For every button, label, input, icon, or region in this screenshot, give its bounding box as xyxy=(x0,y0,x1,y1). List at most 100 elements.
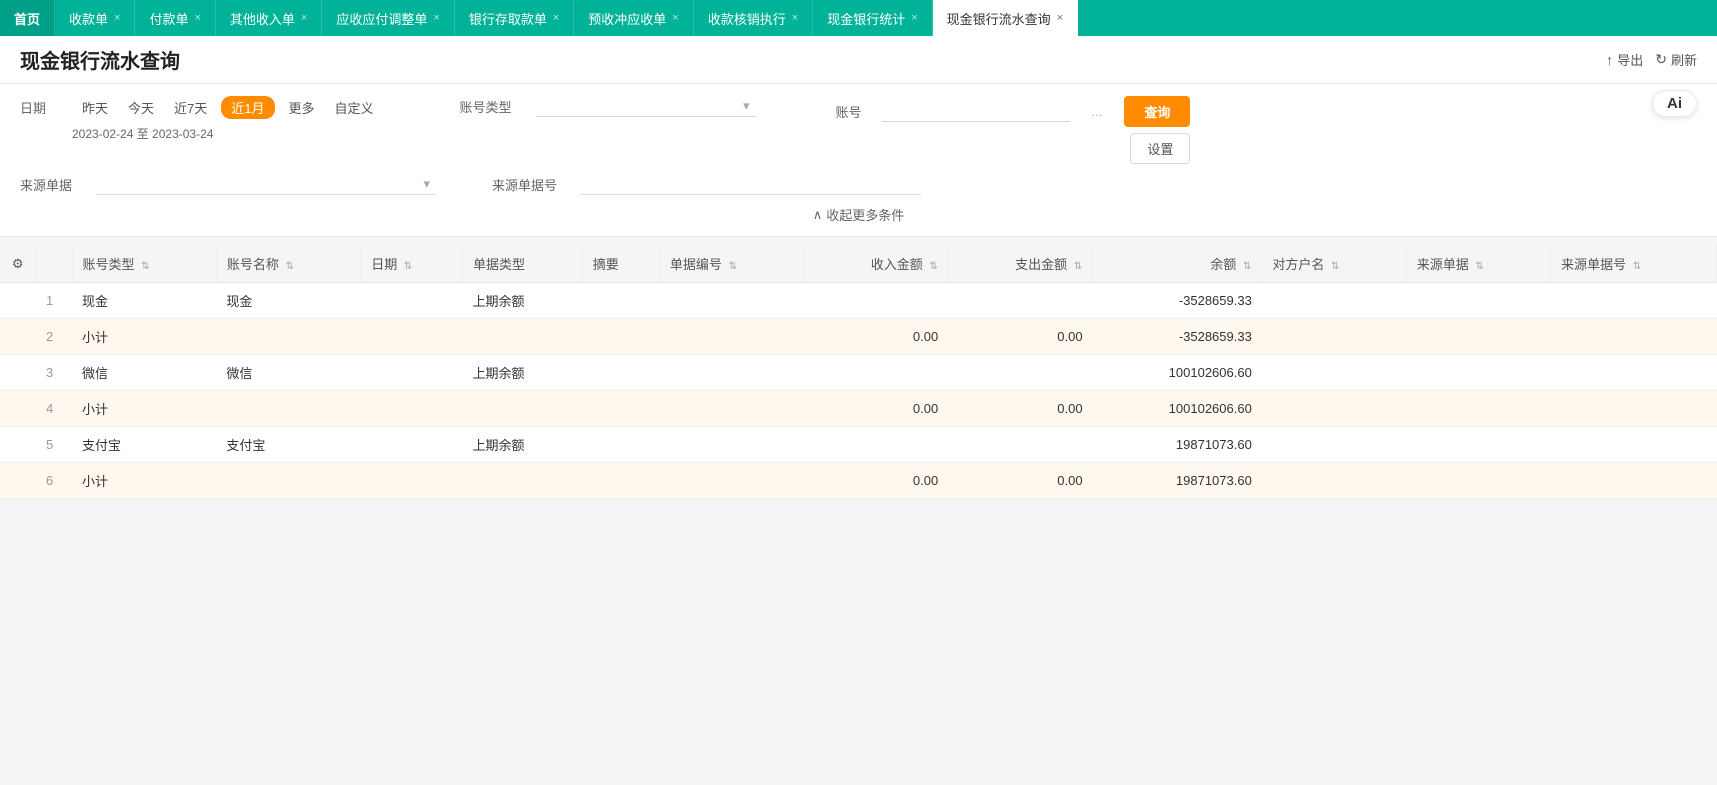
nav-tab-label: 预收冲应收单 xyxy=(588,9,666,28)
col-income[interactable]: 收入金额 ⇅ xyxy=(804,245,948,283)
col-expense[interactable]: 支出金额 ⇅ xyxy=(948,245,1092,283)
nav-tab-other-income[interactable]: 其他收入单× xyxy=(216,0,322,36)
row-date xyxy=(361,355,463,391)
nav-tab-receipt[interactable]: 收款单 × xyxy=(55,0,135,36)
row-source-doc-no xyxy=(1551,463,1717,499)
row-expense: 0.00 xyxy=(948,391,1092,427)
date-7days[interactable]: 近7天 xyxy=(168,96,213,119)
row-expense xyxy=(948,283,1092,319)
nav-tab-advance[interactable]: 预收冲应收单 × xyxy=(574,0,693,36)
row-income xyxy=(804,427,948,463)
nav-tab-label: 现金银行流水查询 xyxy=(947,9,1051,28)
row-source-doc xyxy=(1406,391,1550,427)
row-doc-type: 上期余额 xyxy=(463,283,583,319)
nav-tab-label: 付款单 xyxy=(149,9,188,28)
row-balance: -3528659.33 xyxy=(1093,319,1262,355)
row-source-doc-no xyxy=(1551,319,1717,355)
row-account-name xyxy=(216,463,360,499)
col-date[interactable]: 日期 ⇅ xyxy=(361,245,463,283)
col-counterpart[interactable]: 对方户名 ⇅ xyxy=(1262,245,1406,283)
col-balance[interactable]: 余额 ⇅ xyxy=(1093,245,1262,283)
nav-tab-cash-bank-flow[interactable]: 现金银行流水查询 × xyxy=(933,0,1078,36)
col-account-type[interactable]: 账号类型 ⇅ xyxy=(72,245,216,283)
date-custom[interactable]: 自定义 xyxy=(329,96,380,119)
row-expense: 0.00 xyxy=(948,463,1092,499)
row-num: 1 xyxy=(36,283,72,319)
row-balance: 19871073.60 xyxy=(1093,463,1262,499)
export-button[interactable]: ↑ 导出 xyxy=(1606,50,1643,69)
source-doc-select[interactable]: ▾ xyxy=(96,174,436,195)
col-account-name[interactable]: 账号名称 ⇅ xyxy=(216,245,360,283)
source-doc-no-input[interactable] xyxy=(581,175,921,195)
nav-tab-close-icon[interactable]: × xyxy=(433,12,439,24)
date-today[interactable]: 今天 xyxy=(122,96,160,119)
col-source-doc[interactable]: 来源单据 ⇅ xyxy=(1406,245,1550,283)
nav-tab-close-icon[interactable]: × xyxy=(672,12,678,24)
top-nav: 首页 收款单×付款单×其他收入单×应收应付调整单×银行存取款单×预收冲应收单×收… xyxy=(0,0,1717,36)
account-label: 账号 xyxy=(836,102,866,121)
row-source-doc-no xyxy=(1551,427,1717,463)
refresh-button[interactable]: ↻ 刷新 xyxy=(1655,50,1697,69)
header-actions: ↑ 导出 ↻ 刷新 xyxy=(1606,50,1697,69)
nav-tab-close-icon[interactable]: × xyxy=(114,12,120,24)
nav-tab-collect-verify[interactable]: 收款核销执行× xyxy=(694,0,813,36)
row-doc-type: 上期余额 xyxy=(463,355,583,391)
collapse-bar[interactable]: ∧ 收起更多条件 xyxy=(20,205,1697,224)
table-row: 4 小计 0.00 0.00 100102606.60 xyxy=(0,391,1717,427)
col-doc-no[interactable]: 单据编号 ⇅ xyxy=(659,245,803,283)
nav-tab-close-icon[interactable]: × xyxy=(553,12,559,24)
account-dots[interactable]: ... xyxy=(1086,104,1109,119)
collapse-label: 收起更多条件 xyxy=(826,205,904,224)
row-gear-cell xyxy=(0,391,36,427)
account-input[interactable] xyxy=(882,102,1070,122)
date-more[interactable]: 更多 xyxy=(283,96,321,119)
date-yesterday[interactable]: 昨天 xyxy=(76,96,114,119)
nav-home[interactable]: 首页 xyxy=(0,0,55,36)
row-source-doc xyxy=(1406,283,1550,319)
collapse-up-icon: ∧ xyxy=(813,207,823,223)
row-doc-no xyxy=(659,391,803,427)
row-gear-cell xyxy=(0,463,36,499)
row-date xyxy=(361,427,463,463)
nav-tab-payment[interactable]: 付款单 × xyxy=(135,0,215,36)
main-table: ⚙ 账号类型 ⇅ 账号名称 ⇅ 日期 ⇅ 单据类型 摘要 单据编号 ⇅ 收入金额… xyxy=(0,245,1717,499)
table-row: 1 现金 现金 上期余额 -3528659.33 xyxy=(0,283,1717,319)
row-balance: 100102606.60 xyxy=(1093,355,1262,391)
export-label: 导出 xyxy=(1617,50,1643,69)
col-source-doc-no[interactable]: 来源单据号 ⇅ xyxy=(1551,245,1717,283)
source-doc-no-label: 来源单据号 xyxy=(492,175,557,194)
row-doc-type xyxy=(463,391,583,427)
row-date xyxy=(361,283,463,319)
row-num: 2 xyxy=(36,319,72,355)
row-summary xyxy=(582,463,659,499)
sort-income-icon: ⇅ xyxy=(929,261,937,272)
date-1month[interactable]: 近1月 xyxy=(221,96,274,119)
nav-tab-label: 收款单 xyxy=(69,9,108,28)
nav-tab-ar-adjust[interactable]: 应收应付调整单 × xyxy=(322,0,454,36)
row-gear-cell xyxy=(0,355,36,391)
nav-tab-close-icon[interactable]: × xyxy=(792,12,798,24)
row-balance: 100102606.60 xyxy=(1093,391,1262,427)
settings-button[interactable]: 设置 xyxy=(1130,133,1190,164)
nav-tab-close-icon[interactable]: × xyxy=(194,12,200,24)
nav-tab-close-icon[interactable]: × xyxy=(301,12,307,24)
row-doc-no xyxy=(659,463,803,499)
nav-tab-bank-deposit[interactable]: 银行存取款单× xyxy=(455,0,574,36)
nav-tab-close-icon[interactable]: × xyxy=(911,12,917,24)
nav-tab-cash-bank-stat[interactable]: 现金银行统计× xyxy=(813,0,932,36)
nav-tab-label: 应收应付调整单 xyxy=(336,9,427,28)
table-row: 3 微信 微信 上期余额 100102606.60 xyxy=(0,355,1717,391)
row-income: 0.00 xyxy=(804,391,948,427)
row-counterpart xyxy=(1262,319,1406,355)
nav-tab-close-icon[interactable]: × xyxy=(1057,12,1063,24)
row-account-type: 小计 xyxy=(72,463,216,499)
ai-button[interactable]: Ai xyxy=(1652,90,1697,117)
col-gear[interactable]: ⚙ xyxy=(0,245,36,283)
account-type-select[interactable]: ▾ xyxy=(536,96,756,117)
row-gear-cell xyxy=(0,427,36,463)
sort-date-icon: ⇅ xyxy=(404,261,412,272)
row-source-doc-no xyxy=(1551,283,1717,319)
query-button[interactable]: 查询 xyxy=(1124,96,1190,127)
row-doc-no xyxy=(659,319,803,355)
sort-counterpart-icon: ⇅ xyxy=(1331,261,1339,272)
